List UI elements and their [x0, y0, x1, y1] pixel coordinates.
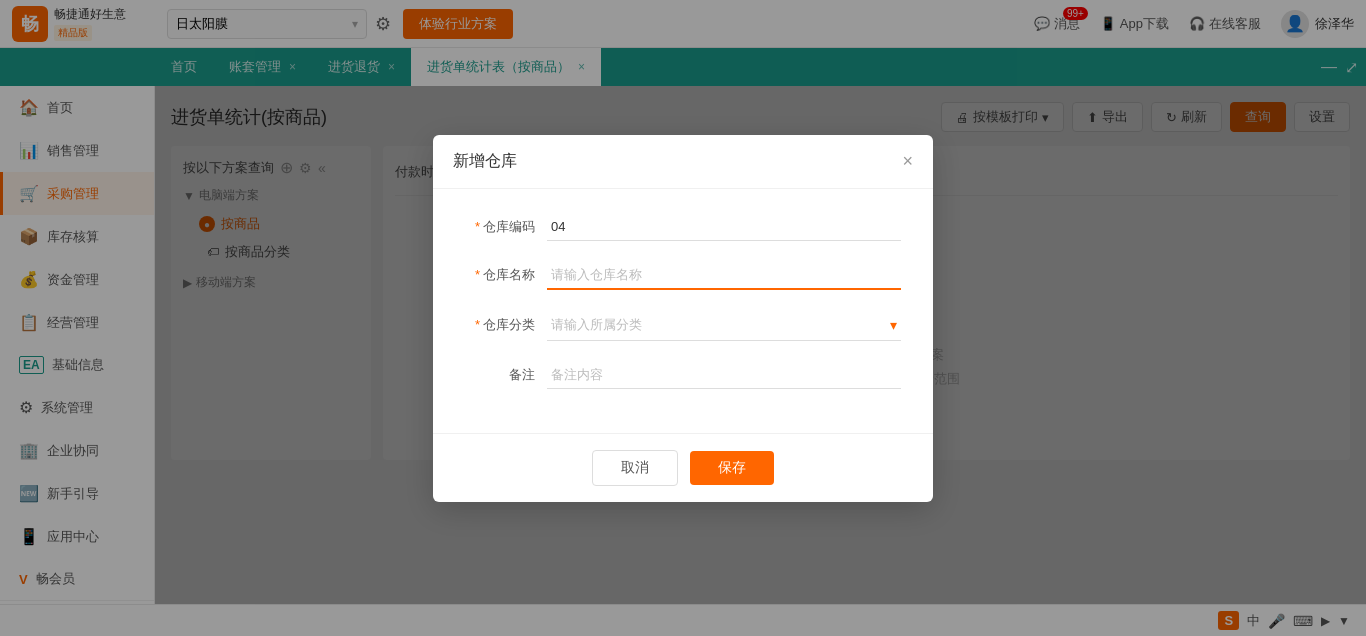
save-button[interactable]: 保存 [690, 451, 774, 485]
form-row-code: 仓库编码 04 [465, 213, 901, 241]
modal-footer: 取消 保存 [433, 433, 933, 502]
modal-body: 仓库编码 04 仓库名称 仓库分类 请输入所属分类 ▾ [433, 189, 933, 433]
note-input[interactable] [547, 361, 901, 389]
code-input[interactable]: 04 [547, 213, 901, 241]
modal-title: 新增仓库 [453, 151, 517, 172]
modal-header: 新增仓库 × [433, 135, 933, 189]
code-label: 仓库编码 [465, 218, 535, 236]
modal-close-button[interactable]: × [902, 151, 913, 172]
main-container: 🏠 首页 📊 销售管理 🛒 采购管理 📦 库存核算 💰 资金管理 📋 经营管理 … [0, 86, 1366, 604]
note-label: 备注 [465, 366, 535, 384]
category-label: 仓库分类 [465, 316, 535, 334]
form-row-name: 仓库名称 [465, 261, 901, 290]
category-select[interactable]: 请输入所属分类 ▾ [547, 310, 901, 341]
modal-overlay: 新增仓库 × 仓库编码 04 仓库名称 仓库分类 请输入所属分类 [0, 0, 1366, 636]
category-dropdown-icon: ▾ [890, 317, 897, 333]
form-row-note: 备注 [465, 361, 901, 389]
name-label: 仓库名称 [465, 266, 535, 284]
category-placeholder: 请输入所属分类 [551, 316, 642, 334]
new-warehouse-modal: 新增仓库 × 仓库编码 04 仓库名称 仓库分类 请输入所属分类 [433, 135, 933, 502]
cancel-button[interactable]: 取消 [592, 450, 678, 486]
form-row-category: 仓库分类 请输入所属分类 ▾ [465, 310, 901, 341]
name-input[interactable] [547, 261, 901, 290]
